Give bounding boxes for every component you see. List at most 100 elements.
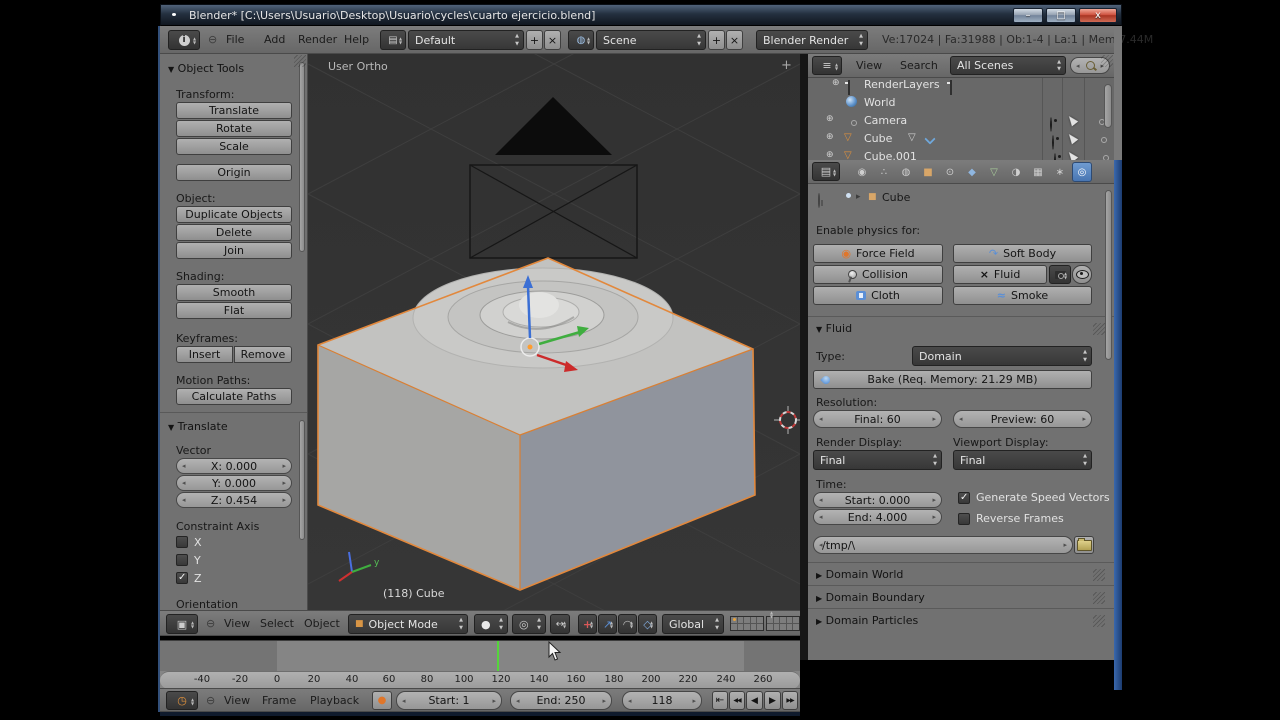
timeline-ruler[interactable]: -40 -20 0 20 40 60 80 100 120 140 160 18… [160,671,800,688]
tab-material-icon[interactable]: ◑ [1006,162,1026,182]
scenes-filter-select[interactable]: All Scenes [950,56,1066,75]
scene-browse-button[interactable]: ◍ [568,30,594,50]
editor-type-button-info[interactable]: i [168,30,200,50]
domain-world-panel-header[interactable]: ▶ Domain World [816,568,1106,581]
manipulator-toggle-button[interactable]: ↔ [550,614,570,634]
viewport-3d[interactable]: User Ortho y (118) Cube + [308,54,800,610]
eye-icon[interactable] [1052,135,1054,150]
manipulator-rotate-button[interactable]: ◠ [618,614,637,634]
tab-object-data-icon[interactable]: ▽ [984,162,1004,182]
fluid-panel-header[interactable]: ▼ Fluid [816,322,1106,335]
join-button[interactable]: Join [176,242,292,259]
menu-object[interactable]: Object [304,613,340,635]
outliner-item-renderlayers[interactable]: RenderLayers [864,78,940,91]
outliner-item-camera[interactable]: Camera [864,114,907,127]
translate-panel-header[interactable]: ▼ Translate [168,420,228,433]
resolution-preview-field[interactable]: Preview: 60 [953,410,1092,428]
fluid-render-toggle[interactable] [1049,265,1071,284]
duplicate-objects-button[interactable]: Duplicate Objects [176,206,292,223]
smoke-button[interactable]: ≈ Smoke [953,286,1092,305]
manipulator-arrow-button[interactable]: ↗ [598,614,617,634]
menu-playback[interactable]: Playback [310,690,359,712]
menu-view[interactable]: View [856,55,882,77]
scene-delete-button[interactable]: × [726,30,743,50]
cache-path-field[interactable]: /tmp/\ [813,536,1073,554]
layout-name-field[interactable]: Default [408,30,524,50]
prev-keyframe-button[interactable]: ◀◀ [729,691,745,710]
vector-y-field[interactable]: Y: 0.000 [176,475,292,491]
eye-icon[interactable] [1050,117,1052,132]
properties-scrollbar[interactable] [1105,190,1112,360]
outliner-search-field[interactable] [1070,57,1110,74]
remove-keyframe-button[interactable]: Remove [234,346,292,363]
force-field-button[interactable]: ◉ Force Field [813,244,943,263]
scale-button[interactable]: Scale [176,138,292,155]
mode-select[interactable]: ■ Object Mode [348,614,468,634]
collision-button[interactable]: Collision [813,265,943,284]
render-engine-select[interactable]: Blender Render [756,30,868,50]
cursor-select-icon[interactable] [1065,131,1079,145]
orientation-select[interactable]: Global [662,614,724,634]
layers-grid-2[interactable] [766,616,800,631]
cloth-button[interactable]: Cloth [813,286,943,305]
bake-button[interactable]: Bake (Req. Memory: 21.29 MB) [813,370,1092,389]
expand-icon[interactable]: ⊕ [826,150,834,160]
collapse-menus-icon[interactable]: ⊖ [208,29,217,51]
tab-world-icon[interactable]: ◍ [896,162,916,182]
translate-button[interactable]: Translate [176,102,292,119]
file-browse-button[interactable] [1074,536,1094,554]
tool-shelf-scrollbar[interactable] [299,62,305,252]
scene-name-field[interactable]: Scene [596,30,706,50]
layout-delete-button[interactable]: × [544,30,561,50]
menu-view[interactable]: View [224,690,250,712]
origin-button[interactable]: Origin [176,164,292,181]
menu-select[interactable]: Select [260,613,294,635]
scene-add-button[interactable]: + [708,30,725,50]
frame-end-field[interactable]: End: 250 [510,691,612,710]
outliner-item-cube[interactable]: Cube [864,132,892,145]
fluid-type-select[interactable]: Domain [912,346,1092,366]
tab-scene-icon[interactable]: ∴ [874,162,894,182]
add-panel-icon[interactable]: + [781,58,792,73]
expand-icon[interactable]: ⊕ [832,78,840,88]
outliner-scrollbar[interactable] [1104,84,1112,128]
delete-button[interactable]: Delete [176,224,292,241]
time-start-field[interactable]: Start: 0.000 [813,492,942,508]
rotate-button[interactable]: Rotate [176,120,292,137]
insert-keyframe-button[interactable]: Insert [176,346,233,363]
layout-browse-button[interactable]: ▤ [380,30,406,50]
outliner-item-cube001[interactable]: Cube.001 [864,150,917,160]
collapse-menus-icon[interactable]: ⊖ [206,613,215,635]
expand-icon[interactable]: ⊕ [826,114,834,124]
breadcrumb-object[interactable]: Cube [882,191,910,204]
next-keyframe-button[interactable]: ▶▶ [782,691,798,710]
reverse-frames-checkbox[interactable] [958,513,970,525]
frame-start-field[interactable]: Start: 1 [396,691,502,710]
render-display-select[interactable]: Final [813,450,942,470]
constraint-z-checkbox[interactable] [176,572,188,584]
auto-keyframe-button[interactable]: ● [372,691,392,710]
editor-type-button-outliner[interactable]: ≡ [812,56,842,75]
editor-type-button-properties[interactable]: ▤ [812,162,840,181]
pin-icon[interactable] [818,193,820,208]
tool-shelf-scrollbar-2[interactable] [299,420,305,540]
constraint-x-checkbox[interactable] [176,536,188,548]
menu-frame[interactable]: Frame [262,690,296,712]
menu-view[interactable]: View [224,613,250,635]
smooth-button[interactable]: Smooth [176,284,292,301]
manipulator-translate-button[interactable]: + [578,614,597,634]
close-button[interactable]: x [1079,8,1117,23]
maximize-button[interactable]: □ [1046,8,1076,23]
play-button[interactable]: ▶ [764,691,781,710]
shading-select[interactable]: ● [474,614,508,634]
editor-type-button-timeline[interactable]: ◷ [166,691,198,710]
jump-to-start-button[interactable]: ⇤ [712,691,728,710]
fluid-button[interactable]: × Fluid [953,265,1047,284]
play-reverse-button[interactable]: ◀ [746,691,763,710]
resolution-final-field[interactable]: Final: 60 [813,410,942,428]
tab-constraints-icon[interactable]: ⊙ [940,162,960,182]
fluid-viewport-toggle[interactable] [1072,265,1092,284]
outliner-item-world[interactable]: World [864,96,896,109]
pivot-select[interactable]: ◎ [512,614,546,634]
soft-body-button[interactable]: ↷ Soft Body [953,244,1092,263]
